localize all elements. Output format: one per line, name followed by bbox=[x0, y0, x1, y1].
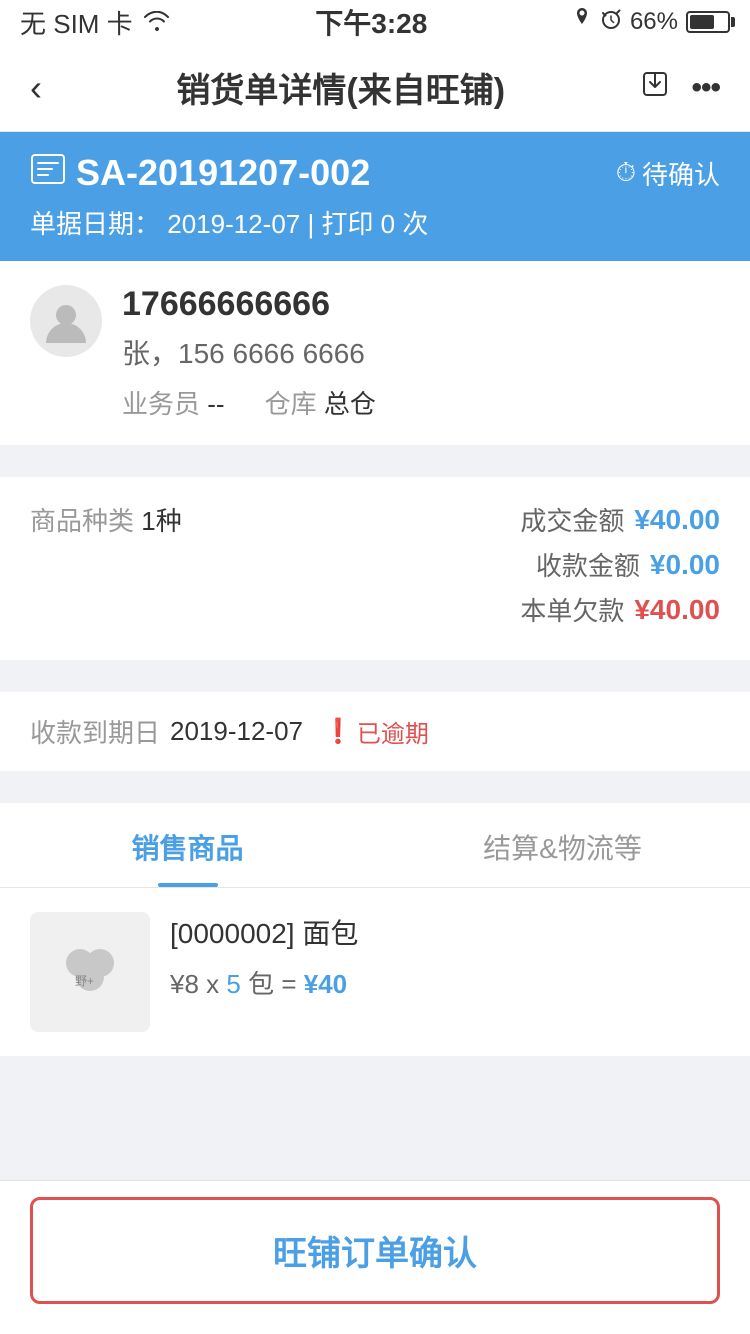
nav-actions: ••• bbox=[639, 68, 720, 107]
quantity: 5 bbox=[226, 969, 240, 999]
order-print-text: | 打印 0 次 bbox=[307, 209, 428, 239]
amount-label: 成交金额 bbox=[520, 501, 624, 538]
status-clock-icon: ⏱ bbox=[616, 157, 636, 189]
divider-1 bbox=[0, 461, 750, 477]
customer-section: 17666666666 张，156 6666 6666 业务员 -- 仓库 总仓 bbox=[0, 261, 750, 445]
share-icon[interactable] bbox=[639, 68, 671, 107]
order-status: ⏱ 待确认 bbox=[616, 155, 720, 192]
divider-2 bbox=[0, 676, 750, 692]
more-icon[interactable]: ••• bbox=[691, 71, 720, 105]
product-thumb-logo: 野+ bbox=[50, 941, 130, 1004]
status-bar-right: 66% bbox=[572, 8, 730, 37]
product-price-row: ¥8 x 5 包 = ¥40 bbox=[170, 964, 720, 1001]
order-banner: SA-20191207-002 ⏱ 待确认 单据日期： 2019-12-07 |… bbox=[0, 132, 750, 261]
bottom-bar: 旺铺订单确认 bbox=[0, 1180, 750, 1334]
location-icon bbox=[572, 8, 592, 37]
received-row: 收款金额 ¥0.00 bbox=[520, 546, 720, 583]
product-thumbnail: 野+ bbox=[30, 912, 150, 1032]
tab-settlement[interactable]: 结算&物流等 bbox=[375, 803, 750, 887]
tabs-header: 销售商品 结算&物流等 bbox=[0, 803, 750, 888]
tabs-section: 销售商品 结算&物流等 野+ [0000002] bbox=[0, 803, 750, 1056]
received-value: ¥0.00 bbox=[650, 549, 720, 581]
due-date-label: 收款到期日 bbox=[30, 713, 160, 750]
confirm-button[interactable]: 旺铺订单确认 bbox=[30, 1197, 720, 1304]
tab-settlement-label: 结算&物流等 bbox=[483, 833, 642, 864]
order-id: SA-20191207-002 bbox=[30, 152, 370, 194]
carrier-label: 无 SIM 卡 bbox=[20, 4, 133, 41]
multiply-symbol: x bbox=[206, 969, 226, 999]
battery-percentage: 66% bbox=[630, 8, 678, 36]
customer-info: 17666666666 张，156 6666 6666 业务员 -- 仓库 总仓 bbox=[122, 285, 720, 421]
status-text: 待确认 bbox=[642, 155, 720, 192]
amount-row: 成交金额 ¥40.00 bbox=[520, 501, 720, 538]
customer-meta: 业务员 -- 仓库 总仓 bbox=[122, 384, 720, 421]
order-date-value: 2019-12-07 bbox=[167, 209, 300, 239]
product-name-text: 面包 bbox=[302, 918, 358, 949]
salesperson-value: -- bbox=[207, 389, 224, 419]
status-bar: 无 SIM 卡 下午3:28 66% bbox=[0, 0, 750, 44]
nav-bar: ‹ 销货单详情(来自旺铺) ••• bbox=[0, 44, 750, 132]
customer-phone: 17666666666 bbox=[122, 285, 720, 324]
overdue-badge: ❗ 已逾期 bbox=[313, 712, 439, 751]
product-list: 野+ [0000002] 面包 ¥8 x 5 包 = ¥40 bbox=[0, 888, 750, 1056]
summary-row: 商品种类 1种 成交金额 ¥40.00 收款金额 ¥0.00 本单欠款 ¥40.… bbox=[30, 501, 720, 636]
amount-value: ¥40.00 bbox=[634, 504, 720, 536]
order-banner-top: SA-20191207-002 ⏱ 待确认 bbox=[30, 152, 720, 194]
battery-fill bbox=[690, 15, 714, 29]
warehouse-value: 总仓 bbox=[324, 389, 376, 419]
wifi-icon bbox=[143, 7, 171, 38]
equals-symbol: = bbox=[281, 969, 303, 999]
page-title: 销货单详情(来自旺铺) bbox=[176, 63, 505, 112]
salesperson-label: 业务员 bbox=[122, 389, 200, 419]
customer-name: 张，156 6666 6666 bbox=[122, 332, 720, 372]
due-date-section: 收款到期日 2019-12-07 ❗ 已逾期 bbox=[0, 692, 750, 771]
order-summary-section: 商品种类 1种 成交金额 ¥40.00 收款金额 ¥0.00 本单欠款 ¥40.… bbox=[0, 477, 750, 660]
tab-products-label: 销售商品 bbox=[131, 833, 243, 864]
divider-3 bbox=[0, 787, 750, 803]
received-label: 收款金额 bbox=[536, 546, 640, 583]
due-date-value: 2019-12-07 bbox=[170, 716, 303, 747]
order-id-text: SA-20191207-002 bbox=[76, 152, 370, 194]
tab-products[interactable]: 销售商品 bbox=[0, 803, 375, 887]
product-total: ¥40 bbox=[304, 969, 347, 999]
goods-type-label: 商品种类 bbox=[30, 506, 134, 536]
unit-price: ¥8 bbox=[170, 969, 199, 999]
balance-label: 本单欠款 bbox=[520, 591, 624, 628]
status-bar-time: 下午3:28 bbox=[315, 2, 427, 42]
goods-type-row: 商品种类 1种 bbox=[30, 501, 182, 538]
overdue-text: 已逾期 bbox=[357, 714, 429, 749]
order-id-icon bbox=[30, 152, 66, 194]
warehouse-label: 仓库 bbox=[265, 389, 317, 419]
customer-avatar bbox=[30, 285, 102, 357]
product-details: [0000002] 面包 ¥8 x 5 包 = ¥40 bbox=[170, 912, 720, 1001]
overdue-icon: ❗ bbox=[323, 717, 353, 746]
product-item: 野+ [0000002] 面包 ¥8 x 5 包 = ¥40 bbox=[30, 912, 720, 1032]
order-date-label: 单据日期： bbox=[30, 209, 160, 239]
warehouse-row: 仓库 总仓 bbox=[265, 384, 376, 421]
balance-value: ¥40.00 bbox=[634, 594, 720, 626]
balance-row: 本单欠款 ¥40.00 bbox=[520, 591, 720, 628]
battery-icon bbox=[686, 11, 730, 33]
status-bar-left: 无 SIM 卡 bbox=[20, 4, 171, 41]
product-code: [0000002] bbox=[170, 918, 295, 949]
order-date-row: 单据日期： 2019-12-07 | 打印 0 次 bbox=[30, 204, 720, 241]
product-name: [0000002] 面包 bbox=[170, 912, 720, 952]
amounts-column: 成交金额 ¥40.00 收款金额 ¥0.00 本单欠款 ¥40.00 bbox=[520, 501, 720, 636]
back-button[interactable]: ‹ bbox=[30, 67, 42, 109]
svg-text:野+: 野+ bbox=[75, 974, 94, 988]
salesperson-row: 业务员 -- bbox=[122, 384, 225, 421]
alarm-icon bbox=[600, 8, 622, 37]
goods-type-value: 1种 bbox=[141, 506, 181, 536]
unit: 包 bbox=[248, 969, 274, 999]
